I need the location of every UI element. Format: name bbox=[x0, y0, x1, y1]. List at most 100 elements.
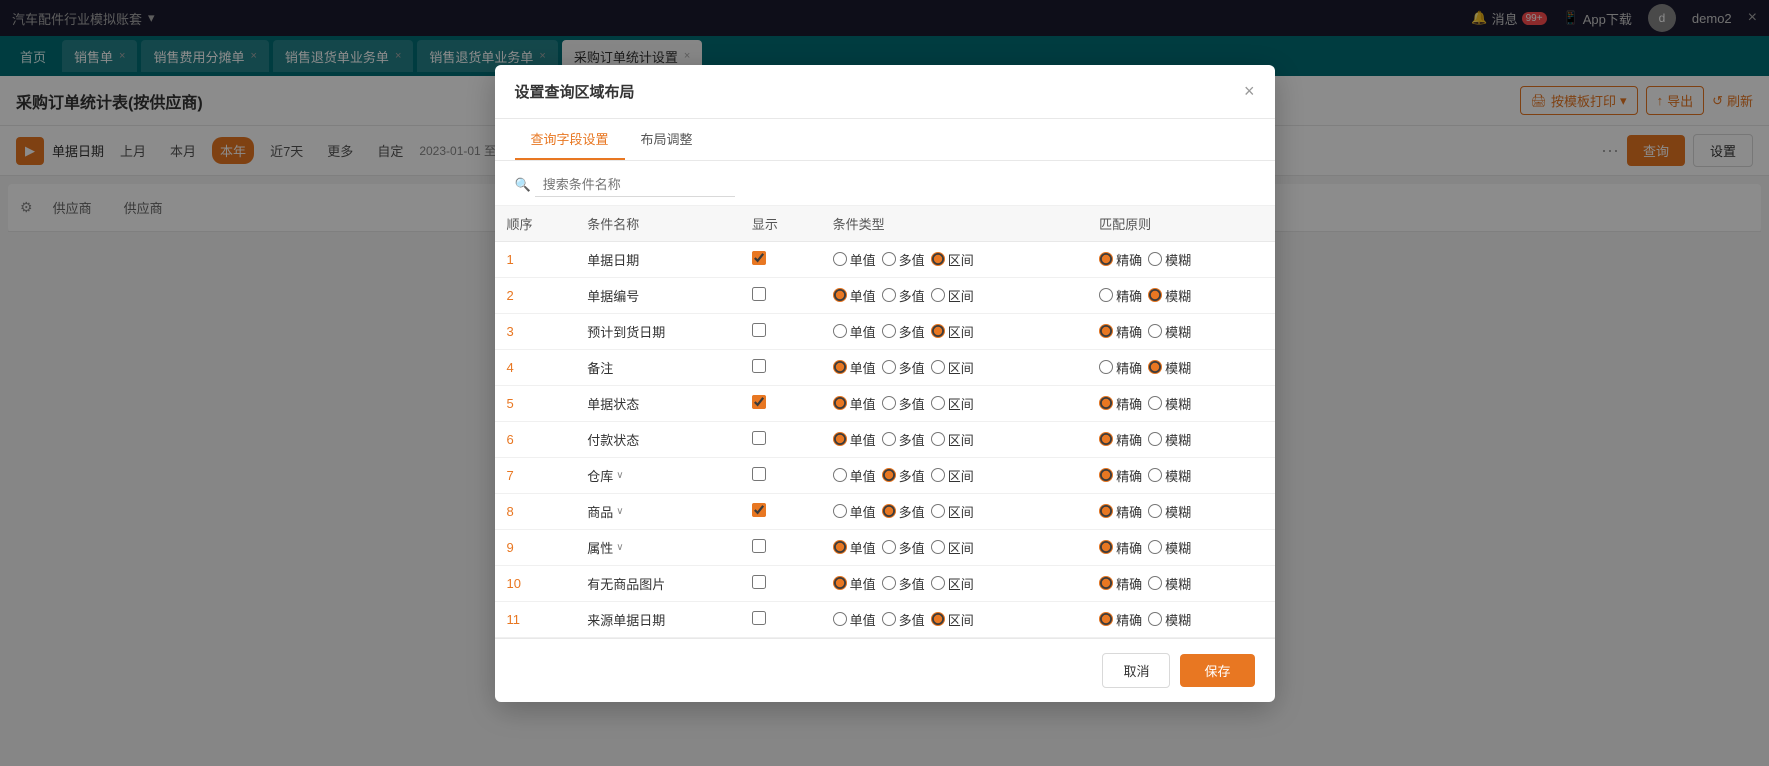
match-radio-模糊[interactable] bbox=[1148, 324, 1162, 338]
match-option-模糊[interactable]: 模糊 bbox=[1148, 358, 1191, 377]
type-option-多值[interactable]: 多值 bbox=[882, 574, 925, 593]
display-checkbox-0[interactable] bbox=[752, 251, 766, 265]
match-radio-模糊[interactable] bbox=[1148, 576, 1162, 590]
type-option-多值[interactable]: 多值 bbox=[882, 286, 925, 305]
match-radio-模糊[interactable] bbox=[1148, 288, 1162, 302]
display-checkbox-2[interactable] bbox=[752, 323, 766, 337]
display-checkbox-7[interactable] bbox=[752, 503, 766, 517]
type-radio-多值[interactable] bbox=[882, 612, 896, 626]
row-display-1[interactable] bbox=[740, 277, 821, 313]
modal-tab-query-fields[interactable]: 查询字段设置 bbox=[515, 119, 625, 160]
type-radio-单值[interactable] bbox=[833, 324, 847, 338]
match-radio-精确[interactable] bbox=[1099, 540, 1113, 554]
type-radio-多值[interactable] bbox=[882, 324, 896, 338]
type-option-多值[interactable]: 多值 bbox=[882, 538, 925, 557]
display-checkbox-3[interactable] bbox=[752, 359, 766, 373]
row-display-8[interactable] bbox=[740, 529, 821, 565]
match-option-精确[interactable]: 精确 bbox=[1099, 394, 1142, 413]
match-option-模糊[interactable]: 模糊 bbox=[1148, 502, 1191, 521]
type-radio-单值[interactable] bbox=[833, 504, 847, 518]
type-radio-多值[interactable] bbox=[882, 540, 896, 554]
match-option-精确[interactable]: 精确 bbox=[1099, 502, 1142, 521]
type-option-多值[interactable]: 多值 bbox=[882, 502, 925, 521]
type-radio-区间[interactable] bbox=[931, 504, 945, 518]
type-option-单值[interactable]: 单值 bbox=[833, 358, 876, 377]
match-radio-精确[interactable] bbox=[1099, 504, 1113, 518]
type-radio-区间[interactable] bbox=[931, 360, 945, 374]
type-radio-多值[interactable] bbox=[882, 504, 896, 518]
match-option-精确[interactable]: 精确 bbox=[1099, 538, 1142, 557]
match-radio-模糊[interactable] bbox=[1148, 504, 1162, 518]
row-display-3[interactable] bbox=[740, 349, 821, 385]
type-radio-区间[interactable] bbox=[931, 612, 945, 626]
type-option-区间[interactable]: 区间 bbox=[931, 538, 974, 557]
type-option-多值[interactable]: 多值 bbox=[882, 394, 925, 413]
type-radio-区间[interactable] bbox=[931, 576, 945, 590]
type-option-区间[interactable]: 区间 bbox=[931, 574, 974, 593]
row-display-5[interactable] bbox=[740, 421, 821, 457]
modal-close-button[interactable]: × bbox=[1244, 81, 1255, 102]
match-option-模糊[interactable]: 模糊 bbox=[1148, 466, 1191, 485]
type-radio-区间[interactable] bbox=[931, 324, 945, 338]
display-checkbox-10[interactable] bbox=[752, 611, 766, 625]
type-radio-单值[interactable] bbox=[833, 576, 847, 590]
type-option-多值[interactable]: 多值 bbox=[882, 466, 925, 485]
type-radio-区间[interactable] bbox=[931, 396, 945, 410]
match-option-模糊[interactable]: 模糊 bbox=[1148, 538, 1191, 557]
name-dropdown[interactable]: 仓库 ∨ bbox=[587, 466, 728, 485]
type-option-单值[interactable]: 单值 bbox=[833, 502, 876, 521]
type-option-单值[interactable]: 单值 bbox=[833, 574, 876, 593]
match-option-模糊[interactable]: 模糊 bbox=[1148, 394, 1191, 413]
type-radio-单值[interactable] bbox=[833, 540, 847, 554]
type-option-区间[interactable]: 区间 bbox=[931, 430, 974, 449]
type-radio-单值[interactable] bbox=[833, 396, 847, 410]
save-button[interactable]: 保存 bbox=[1180, 654, 1254, 687]
type-option-单值[interactable]: 单值 bbox=[833, 394, 876, 413]
match-radio-精确[interactable] bbox=[1099, 576, 1113, 590]
match-option-模糊[interactable]: 模糊 bbox=[1148, 322, 1191, 341]
type-radio-区间[interactable] bbox=[931, 288, 945, 302]
type-radio-多值[interactable] bbox=[882, 432, 896, 446]
type-option-区间[interactable]: 区间 bbox=[931, 466, 974, 485]
display-checkbox-1[interactable] bbox=[752, 287, 766, 301]
type-option-单值[interactable]: 单值 bbox=[833, 538, 876, 557]
modal-tab-layout[interactable]: 布局调整 bbox=[625, 119, 709, 160]
type-option-单值[interactable]: 单值 bbox=[833, 286, 876, 305]
row-display-0[interactable] bbox=[740, 241, 821, 277]
match-option-模糊[interactable]: 模糊 bbox=[1148, 250, 1191, 269]
type-option-多值[interactable]: 多值 bbox=[882, 430, 925, 449]
match-radio-精确[interactable] bbox=[1099, 288, 1113, 302]
display-checkbox-4[interactable] bbox=[752, 395, 766, 409]
match-radio-模糊[interactable] bbox=[1148, 612, 1162, 626]
type-radio-区间[interactable] bbox=[931, 432, 945, 446]
match-option-精确[interactable]: 精确 bbox=[1099, 430, 1142, 449]
display-checkbox-5[interactable] bbox=[752, 431, 766, 445]
type-radio-多值[interactable] bbox=[882, 360, 896, 374]
type-radio-单值[interactable] bbox=[833, 360, 847, 374]
type-option-区间[interactable]: 区间 bbox=[931, 358, 974, 377]
display-checkbox-9[interactable] bbox=[752, 575, 766, 589]
match-radio-模糊[interactable] bbox=[1148, 432, 1162, 446]
type-option-区间[interactable]: 区间 bbox=[931, 250, 974, 269]
match-radio-模糊[interactable] bbox=[1148, 252, 1162, 266]
modal-search-input[interactable] bbox=[535, 173, 735, 197]
match-radio-模糊[interactable] bbox=[1148, 396, 1162, 410]
match-option-精确[interactable]: 精确 bbox=[1099, 466, 1142, 485]
row-display-2[interactable] bbox=[740, 313, 821, 349]
name-dropdown[interactable]: 商品 ∨ bbox=[587, 502, 728, 521]
type-radio-多值[interactable] bbox=[882, 576, 896, 590]
match-radio-精确[interactable] bbox=[1099, 432, 1113, 446]
type-radio-单值[interactable] bbox=[833, 612, 847, 626]
type-radio-多值[interactable] bbox=[882, 468, 896, 482]
match-radio-精确[interactable] bbox=[1099, 612, 1113, 626]
match-radio-模糊[interactable] bbox=[1148, 468, 1162, 482]
type-option-多值[interactable]: 多值 bbox=[882, 610, 925, 629]
type-option-单值[interactable]: 单值 bbox=[833, 610, 876, 629]
display-checkbox-6[interactable] bbox=[752, 467, 766, 481]
row-display-7[interactable] bbox=[740, 493, 821, 529]
row-display-4[interactable] bbox=[740, 385, 821, 421]
type-option-区间[interactable]: 区间 bbox=[931, 286, 974, 305]
type-radio-单值[interactable] bbox=[833, 252, 847, 266]
match-radio-精确[interactable] bbox=[1099, 252, 1113, 266]
match-radio-模糊[interactable] bbox=[1148, 540, 1162, 554]
